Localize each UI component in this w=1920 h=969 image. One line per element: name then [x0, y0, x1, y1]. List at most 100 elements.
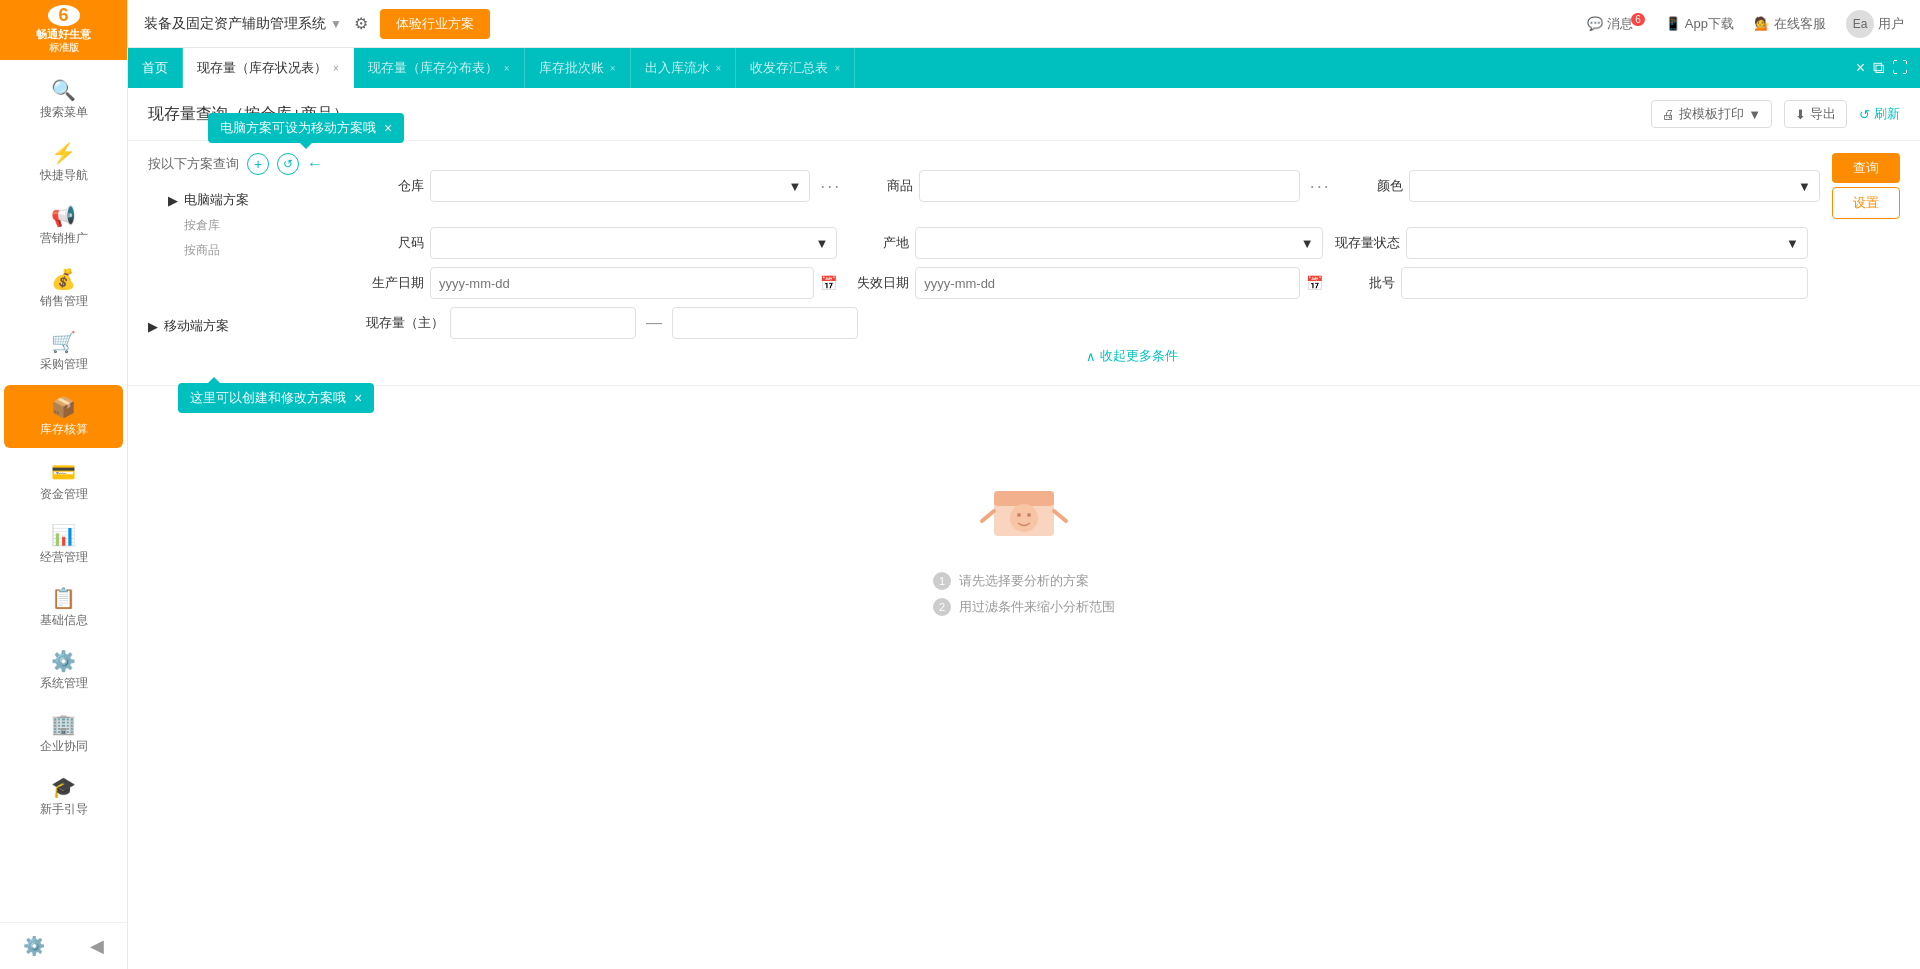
filter-field-size: 尺码 ▼ — [364, 227, 837, 259]
sidebar-item-sales[interactable]: 💰 销售管理 — [0, 257, 127, 320]
sidebar-item-marketing[interactable]: 📢 营销推广 — [0, 194, 127, 257]
refresh-button[interactable]: ↺ 刷新 — [1859, 105, 1900, 123]
back-button[interactable]: ← — [307, 155, 323, 173]
search-button[interactable]: 查询 — [1832, 153, 1900, 183]
filter-row-2: 尺码 ▼ 产地 ▼ — [364, 227, 1900, 259]
product-select[interactable] — [919, 170, 1299, 202]
scheme-mobile-label: 移动端方案 — [164, 317, 229, 335]
empty-state: 1 请先选择要分析的方案 2 用过滤条件来缩小分析范围 — [933, 456, 1115, 616]
tooltip-create-scheme-close[interactable]: × — [354, 390, 362, 406]
sidebar-item-search-menu[interactable]: 🔍 搜索菜单 — [0, 68, 127, 131]
user-group[interactable]: Ea 用户 — [1846, 10, 1904, 38]
message-icon-group[interactable]: 💬 消息 6 — [1587, 15, 1645, 33]
warehouse-select[interactable]: ▼ — [430, 170, 810, 202]
scheme-item-desktop[interactable]: ▶ 电脑端方案 — [168, 187, 348, 213]
batch-no-input[interactable] — [1401, 267, 1808, 299]
print-dropdown-icon: ▼ — [1748, 107, 1761, 122]
product-dots[interactable]: ··· — [1310, 176, 1331, 197]
sidebar-item-guide[interactable]: 🎓 新手引导 — [0, 765, 127, 828]
print-icon: 🖨 — [1662, 107, 1675, 122]
tab-home[interactable]: 首页 — [128, 48, 183, 88]
sidebar-item-basic-info[interactable]: 📋 基础信息 — [0, 576, 127, 639]
tab-inventory-distribution[interactable]: 现存量（库存分布表） × — [354, 48, 525, 88]
warehouse-dots[interactable]: ··· — [820, 176, 841, 197]
origin-select[interactable]: ▼ — [915, 227, 1322, 259]
tab-collect-send-close[interactable]: × — [834, 63, 840, 74]
app-download-icon: 📱 — [1665, 16, 1681, 31]
warehouse-dropdown-icon: ▼ — [788, 179, 801, 194]
purchase-icon: 🛒 — [51, 330, 76, 354]
tab-batch-ledger-close[interactable]: × — [610, 63, 616, 74]
tooltip-create-scheme-text: 这里可以创建和修改方案哦 — [190, 389, 346, 407]
add-scheme-button[interactable]: + — [247, 153, 269, 175]
collapse-sidebar-icon[interactable]: ◀ — [90, 935, 104, 957]
sidebar-item-enterprise[interactable]: 🏢 企业协同 — [0, 702, 127, 765]
product-label: 商品 — [853, 177, 913, 195]
tab-collect-send[interactable]: 收发存汇总表 × — [736, 48, 855, 88]
filter-header: 按以下方案查询 + ↺ ← — [148, 153, 348, 175]
settings-bottom-icon[interactable]: ⚙️ — [23, 935, 45, 957]
page-content: 现存量查询（按仓库+商品） 🖨 按模板打印 ▼ ⬇ 导出 ↺ 刷新 — [128, 88, 1920, 969]
filter-section: 按以下方案查询 + ↺ ← 电脑方案可设为移动方案哦 × ▶ 电脑端方案 — [128, 141, 1920, 386]
hint-num-1: 1 — [933, 572, 951, 590]
warehouse-label: 仓库 — [364, 177, 424, 195]
sidebar-item-finance[interactable]: 💳 资金管理 — [0, 450, 127, 513]
calendar-icon-production[interactable]: 📅 — [820, 275, 837, 291]
reset-button[interactable]: 设置 — [1832, 187, 1900, 219]
filter-field-stock-status: 现存量状态 ▼ — [1335, 227, 1808, 259]
refresh-scheme-button[interactable]: ↺ — [277, 153, 299, 175]
current-stock-to[interactable] — [672, 307, 858, 339]
size-select[interactable]: ▼ — [430, 227, 837, 259]
app-download-group[interactable]: 📱 App下载 — [1665, 15, 1734, 33]
sidebar-item-operations[interactable]: 📊 经营管理 — [0, 513, 127, 576]
tab-bar: 首页 现存量（库存状况表） × 现存量（库存分布表） × 库存批次账 × 出入库… — [128, 48, 1920, 88]
scheme-item-mobile[interactable]: ▶ 移动端方案 — [148, 313, 348, 339]
production-date-input[interactable] — [430, 267, 814, 299]
tab-inventory-distribution-close[interactable]: × — [504, 63, 510, 74]
tab-maximize-icon[interactable]: ⛶ — [1892, 59, 1908, 77]
sidebar-item-purchase[interactable]: 🛒 采购管理 — [0, 320, 127, 383]
user-avatar: Ea — [1846, 10, 1874, 38]
empty-hints: 1 请先选择要分析的方案 2 用过滤条件来缩小分析范围 — [933, 572, 1115, 616]
support-group[interactable]: 💁 在线客服 — [1754, 15, 1826, 33]
scheme-desktop-label: 电脑端方案 — [184, 191, 249, 209]
scheme-item-by-warehouse[interactable]: 按倉库 — [184, 213, 348, 238]
tab-inventory-status[interactable]: 现存量（库存状况表） × — [183, 48, 354, 88]
tooltip-scheme-mobile-close[interactable]: × — [384, 120, 392, 136]
tab-batch-ledger[interactable]: 库存批次账 × — [525, 48, 631, 88]
current-stock-from[interactable] — [450, 307, 636, 339]
quick-nav-icon: ⚡ — [51, 141, 76, 165]
empty-hint-1: 1 请先选择要分析的方案 — [933, 572, 1115, 590]
tab-in-out-flow-close[interactable]: × — [716, 63, 722, 74]
print-template-button[interactable]: 🖨 按模板打印 ▼ — [1651, 100, 1772, 128]
tab-inventory-status-close[interactable]: × — [333, 63, 339, 74]
color-dropdown-icon: ▼ — [1798, 179, 1811, 194]
data-area: 1 请先选择要分析的方案 2 用过滤条件来缩小分析范围 — [128, 386, 1920, 686]
export-button[interactable]: ⬇ 导出 — [1784, 100, 1847, 128]
header-settings-icon[interactable]: ⚙ — [354, 14, 368, 33]
operations-icon: 📊 — [51, 523, 76, 547]
svg-line-5 — [982, 511, 994, 521]
sidebar-item-inventory[interactable]: 📦 库存核算 — [4, 385, 123, 448]
tab-close-all-icon[interactable]: × — [1856, 59, 1865, 77]
logo-sub: 标准版 — [49, 41, 79, 55]
stock-status-select[interactable]: ▼ — [1406, 227, 1808, 259]
system-name-dropdown[interactable]: 装备及固定资产辅助管理系统 ▼ — [144, 15, 342, 33]
hint-text-2: 用过滤条件来缩小分析范围 — [959, 598, 1115, 616]
tab-bar-actions: × ⧉ ⛶ — [1856, 59, 1920, 77]
expiry-date-input[interactable] — [915, 267, 1299, 299]
sidebar-bottom: ⚙️ ◀ — [0, 922, 127, 969]
calendar-icon-expiry[interactable]: 📅 — [1306, 275, 1323, 291]
enterprise-icon: 🏢 — [51, 712, 76, 736]
trial-button[interactable]: 体验行业方案 — [380, 9, 490, 39]
color-select[interactable]: ▼ — [1409, 170, 1820, 202]
filter-field-product: 商品 ··· — [853, 170, 1330, 202]
filter-field-batch-no: 批号 — [1335, 267, 1808, 299]
sidebar-item-system[interactable]: ⚙️ 系统管理 — [0, 639, 127, 702]
tab-in-out-flow[interactable]: 出入库流水 × — [631, 48, 737, 88]
system-name: 装备及固定资产辅助管理系统 — [144, 15, 326, 33]
sidebar-item-quick-nav[interactable]: ⚡ 快捷导航 — [0, 131, 127, 194]
scheme-item-by-product[interactable]: 按商品 — [184, 238, 348, 263]
tab-restore-icon[interactable]: ⧉ — [1873, 59, 1884, 77]
collapse-more-conditions[interactable]: ∧ 收起更多条件 — [364, 339, 1900, 373]
